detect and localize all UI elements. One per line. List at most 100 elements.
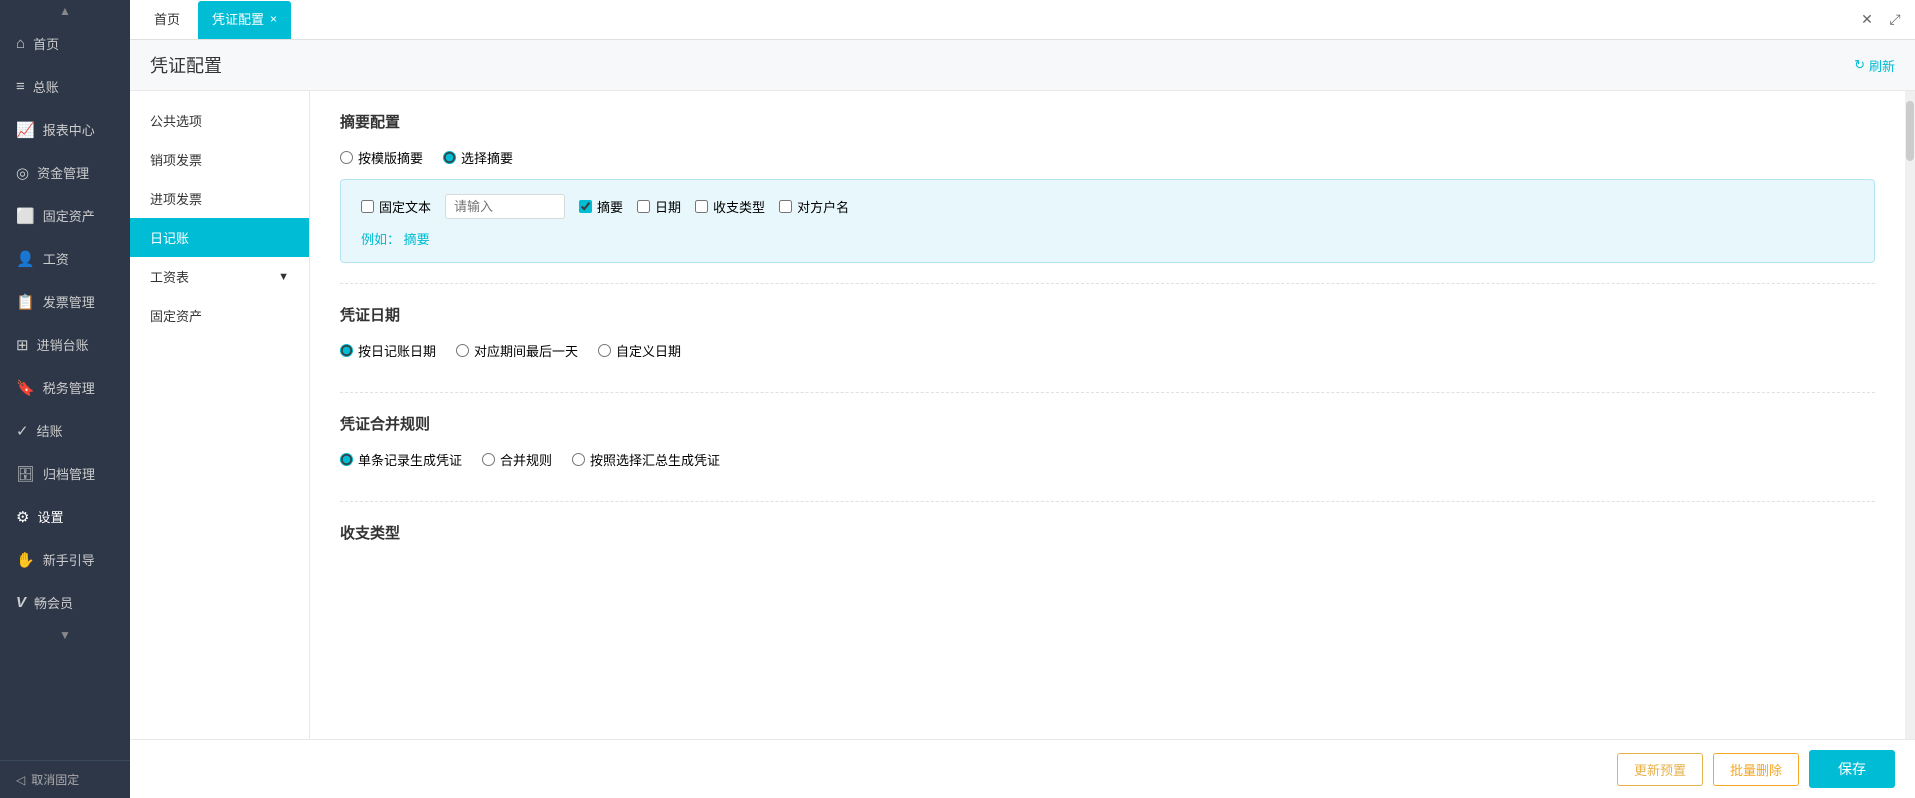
closing-icon: ✓ — [16, 422, 29, 440]
sidebar-item-guide[interactable]: ✋ 新手引导 — [0, 538, 130, 581]
radio-single-record-input[interactable] — [340, 453, 353, 466]
settings-icon: ⚙ — [16, 508, 29, 526]
scroll-up-btn[interactable]: ▲ — [0, 0, 130, 22]
sidebar-item-archive[interactable]: 🗄 归档管理 — [0, 452, 130, 495]
ledger-icon: ≡ — [16, 78, 25, 95]
checkbox-counterparty-input[interactable] — [779, 200, 792, 213]
radio-select-summary[interactable]: 选择摘要 — [443, 148, 513, 167]
checkbox-date[interactable]: 日期 — [637, 197, 681, 216]
page-header: 凭证配置 ↻ 刷新 — [130, 40, 1915, 91]
refresh-btn[interactable]: ↻ 刷新 — [1854, 56, 1895, 75]
radio-merge-rule-input[interactable] — [482, 453, 495, 466]
sidebar-item-tax[interactable]: 🔖 税务管理 — [0, 366, 130, 409]
radio-journal-date-label: 按日记账日期 — [358, 341, 436, 360]
radio-aggregate-label: 按照选择汇总生成凭证 — [590, 450, 720, 469]
nav-item-public[interactable]: 公共选项 — [130, 101, 309, 140]
reports-icon: 📈 — [16, 121, 35, 139]
summary-config-section: 摘要配置 按模版摘要 选择摘要 固定文本 — [340, 111, 1875, 284]
sidebar-label-inventory: 进销台账 — [37, 335, 89, 354]
sidebar-label-funds: 资金管理 — [37, 163, 89, 182]
merge-rule-title: 凭证合并规则 — [340, 413, 1875, 434]
sidebar-label-settings: 设置 — [37, 507, 63, 526]
scrollbar-track[interactable] — [1905, 91, 1915, 739]
radio-aggregate-input[interactable] — [572, 453, 585, 466]
nav-item-journal[interactable]: 日记账 — [130, 218, 309, 257]
sidebar-item-invoice[interactable]: 📋 发票管理 — [0, 280, 130, 323]
sidebar-label-salary: 工资 — [43, 249, 69, 268]
radio-custom-date-input[interactable] — [598, 344, 611, 357]
sidebar-item-funds[interactable]: ◎ 资金管理 — [0, 151, 130, 194]
radio-custom-date[interactable]: 自定义日期 — [598, 341, 681, 360]
archive-icon: 🗄 — [16, 465, 35, 483]
checkbox-fixed-text-input[interactable] — [361, 200, 374, 213]
scrollbar-thumb[interactable] — [1906, 101, 1914, 161]
save-btn[interactable]: 保存 — [1809, 750, 1895, 788]
radio-aggregate[interactable]: 按照选择汇总生成凭证 — [572, 450, 720, 469]
sidebar-item-vip[interactable]: V 畅会员 — [0, 581, 130, 624]
fixed-text-input[interactable] — [445, 194, 565, 219]
scroll-down-btn[interactable]: ▼ — [0, 624, 130, 646]
update-preview-btn[interactable]: 更新预置 — [1617, 753, 1703, 786]
checkbox-summary-label: 摘要 — [597, 197, 623, 216]
sidebar-item-closing[interactable]: ✓ 结账 — [0, 409, 130, 452]
left-nav: 公共选项 销项发票 进项发票 日记账 工资表 ▼ 固定资产 — [130, 91, 310, 739]
radio-period-last-day[interactable]: 对应期间最后一天 — [456, 341, 578, 360]
nav-item-fixed-assets[interactable]: 固定资产 — [130, 296, 309, 335]
nav-label-public: 公共选项 — [150, 111, 202, 130]
checkbox-fixed-text[interactable]: 固定文本 — [361, 197, 431, 216]
sidebar-item-ledger[interactable]: ≡ 总账 — [0, 65, 130, 108]
sidebar-label-archive: 归档管理 — [43, 464, 95, 483]
income-type-section: 收支类型 — [340, 522, 1875, 579]
income-type-title: 收支类型 — [340, 522, 1875, 543]
checkbox-date-input[interactable] — [637, 200, 650, 213]
funds-icon: ◎ — [16, 164, 29, 182]
checkbox-summary[interactable]: 摘要 — [579, 197, 623, 216]
sidebar-item-home[interactable]: ⌂ 首页 — [0, 22, 130, 65]
sidebar-label-closing: 结账 — [37, 421, 63, 440]
nav-item-payroll[interactable]: 工资表 ▼ — [130, 257, 309, 296]
example-value: 摘要 — [404, 232, 430, 247]
radio-journal-date[interactable]: 按日记账日期 — [340, 341, 436, 360]
content-wrapper: 公共选项 销项发票 进项发票 日记账 工资表 ▼ 固定资产 摘要配置 — [130, 91, 1915, 739]
sidebar-item-reports[interactable]: 📈 报表中心 — [0, 108, 130, 151]
pin-icon: ◁ — [16, 773, 25, 787]
radio-template-summary[interactable]: 按模版摘要 — [340, 148, 423, 167]
radio-select-summary-input[interactable] — [443, 151, 456, 164]
tab-home[interactable]: 首页 — [140, 1, 194, 39]
guide-icon: ✋ — [16, 551, 35, 569]
sidebar-item-inventory[interactable]: ⊞ 进销台账 — [0, 323, 130, 366]
invoice-icon: 📋 — [16, 293, 35, 311]
checkbox-income-type[interactable]: 收支类型 — [695, 197, 765, 216]
tab-close-btn[interactable]: × — [270, 12, 277, 26]
sidebar-item-assets[interactable]: ⬜ 固定资产 — [0, 194, 130, 237]
radio-period-last-day-label: 对应期间最后一天 — [474, 341, 578, 360]
sidebar-label-ledger: 总账 — [33, 77, 59, 96]
checkbox-summary-input[interactable] — [579, 200, 592, 213]
summary-radio-group: 按模版摘要 选择摘要 — [340, 148, 1875, 167]
summary-checkboxes-row: 固定文本 摘要 日期 收支类型 — [361, 194, 1854, 219]
tab-voucher-config[interactable]: 凭证配置 × — [198, 1, 291, 39]
checkbox-counterparty[interactable]: 对方户名 — [779, 197, 849, 216]
home-icon: ⌂ — [16, 35, 25, 52]
assets-icon: ⬜ — [16, 207, 35, 225]
nav-label-journal: 日记账 — [150, 228, 189, 247]
nav-item-sales-invoice[interactable]: 销项发票 — [130, 140, 309, 179]
voucher-date-section: 凭证日期 按日记账日期 对应期间最后一天 自定义日期 — [340, 304, 1875, 393]
tab-expand-btn[interactable]: ⤢ — [1885, 10, 1905, 30]
sidebar-item-settings[interactable]: ⚙ 设置 — [0, 495, 130, 538]
radio-single-record[interactable]: 单条记录生成凭证 — [340, 450, 462, 469]
cancel-pin-btn[interactable]: ◁ 取消固定 — [0, 760, 130, 798]
tab-voucher-config-label: 凭证配置 — [212, 9, 264, 28]
tab-close-window-btn[interactable]: ✕ — [1857, 10, 1877, 30]
batch-delete-btn[interactable]: 批量删除 — [1713, 753, 1799, 786]
sidebar: ▲ ⌂ 首页 ≡ 总账 📈 报表中心 ◎ 资金管理 ⬜ 固定资产 👤 工资 📋 … — [0, 0, 130, 798]
salary-icon: 👤 — [16, 250, 35, 268]
checkbox-income-type-input[interactable] — [695, 200, 708, 213]
sidebar-item-salary[interactable]: 👤 工资 — [0, 237, 130, 280]
payroll-arrow-icon: ▼ — [278, 271, 289, 283]
radio-template-summary-input[interactable] — [340, 151, 353, 164]
radio-period-last-day-input[interactable] — [456, 344, 469, 357]
nav-item-purchase-invoice[interactable]: 进项发票 — [130, 179, 309, 218]
radio-journal-date-input[interactable] — [340, 344, 353, 357]
radio-merge-rule[interactable]: 合并规则 — [482, 450, 552, 469]
